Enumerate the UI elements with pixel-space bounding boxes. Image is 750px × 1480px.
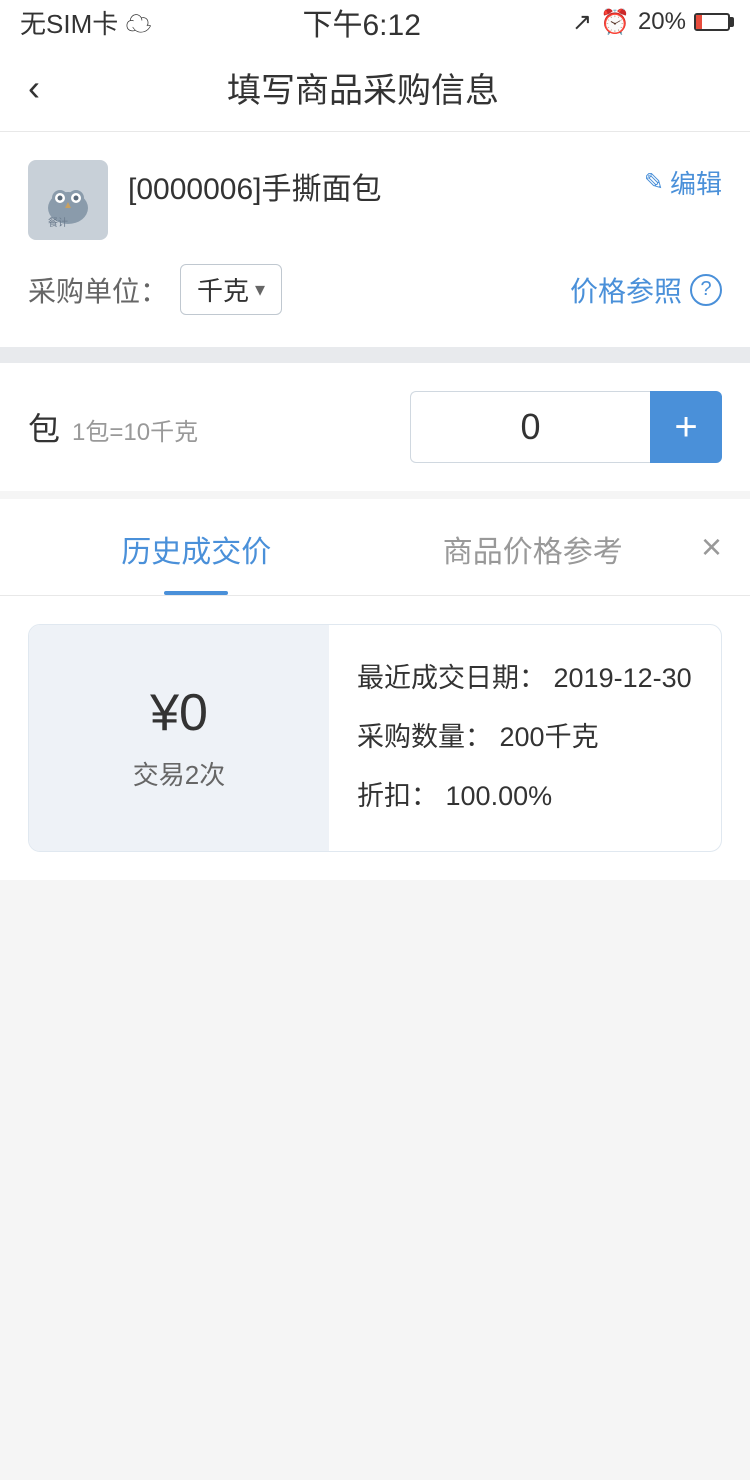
price-date-label: 最近成交日期： (357, 663, 546, 693)
product-unit-row: 采购单位： 千克 ▾ 价格参照 ? (28, 264, 722, 315)
battery-icon (694, 13, 730, 31)
nav-bar: ‹ 填写商品采购信息 (0, 44, 750, 132)
edit-label: 编辑 (670, 164, 722, 201)
tab-reference-label: 商品价格参考 (443, 536, 623, 569)
price-amount: ¥0 (150, 683, 208, 743)
product-name: [0000006]手撕面包 (128, 173, 381, 206)
quantity-plus-button[interactable]: + (650, 391, 722, 463)
price-ref-label: 价格参照 (570, 270, 682, 310)
tabs-section: 历史成交价 商品价格参考 × ¥0 交易2次 最近成交日期： 2019-12-3… (0, 499, 750, 880)
quantity-unit: 包 (28, 404, 60, 450)
price-date-row: 最近成交日期： 2019-12-30 (357, 657, 693, 700)
history-content: ¥0 交易2次 最近成交日期： 2019-12-30 采购数量： 200千克 折… (0, 596, 750, 880)
tabs-header: 历史成交价 商品价格参考 × (0, 499, 750, 596)
quantity-conversion: 1包=10千克 (72, 412, 198, 447)
unit-value: 千克 (197, 271, 249, 308)
price-discount-value: 100.00% (446, 781, 553, 811)
quantity-value: 0 (520, 406, 540, 448)
product-thumbnail: 餐计 (28, 160, 108, 240)
unit-select[interactable]: 千克 ▾ (180, 264, 282, 315)
tab-price-reference[interactable]: 商品价格参考 (364, 499, 700, 595)
price-reference-button[interactable]: 价格参照 ? (570, 270, 722, 310)
product-name-area: [0000006]手撕面包 (128, 160, 381, 208)
price-discount-row: 折扣： 100.00% (357, 775, 693, 818)
unit-label: 采购单位： (28, 270, 168, 310)
svg-text:餐计: 餐计 (48, 216, 68, 229)
location-icon: ↗ (572, 8, 592, 37)
edit-button[interactable]: ✎ 编辑 (644, 160, 722, 201)
tab-history-label: 历史成交价 (121, 536, 271, 569)
battery-percent: 20% (638, 8, 686, 36)
help-icon: ? (690, 274, 722, 306)
product-card: 餐计 [0000006]手撕面包 ✎ 编辑 采购单位： 千克 ▾ 价格参照 ? (0, 132, 750, 347)
price-record-left: ¥0 交易2次 (29, 625, 329, 851)
chevron-down-icon: ▾ (255, 277, 265, 302)
status-right: ↗ ⏰ 20% (572, 8, 730, 37)
price-discount-label: 折扣： (357, 781, 438, 811)
section-divider (0, 347, 750, 363)
price-record-card: ¥0 交易2次 最近成交日期： 2019-12-30 采购数量： 200千克 折… (28, 624, 722, 852)
price-date-value: 2019-12-30 (554, 663, 692, 693)
price-record-right: 最近成交日期： 2019-12-30 采购数量： 200千克 折扣： 100.0… (329, 625, 721, 851)
status-time: 下午6:12 (303, 0, 421, 44)
alarm-icon: ⏰ (600, 8, 630, 37)
main-content (0, 880, 750, 1480)
page-title: 填写商品采购信息 (60, 63, 666, 112)
quantity-input[interactable]: 0 (410, 391, 650, 463)
tab-history-price[interactable]: 历史成交价 (28, 499, 364, 595)
product-info: 餐计 [0000006]手撕面包 (28, 160, 381, 240)
quantity-row: 包 1包=10千克 0 + (0, 363, 750, 491)
price-trade-count: 交易2次 (133, 755, 225, 792)
edit-icon: ✎ (644, 168, 664, 197)
product-logo-icon: 餐计 (38, 170, 98, 230)
close-button[interactable]: × (701, 513, 722, 581)
quantity-input-area: 0 + (410, 391, 722, 463)
price-quantity-label: 采购数量： (357, 722, 492, 752)
product-header: 餐计 [0000006]手撕面包 ✎ 编辑 (28, 160, 722, 240)
price-quantity-value: 200千克 (500, 722, 599, 752)
status-bar: 无SIM卡 ☁ 下午6:12 ↗ ⏰ 20% (0, 0, 750, 44)
status-signal: 无SIM卡 ☁ (20, 4, 151, 41)
price-quantity-row: 采购数量： 200千克 (357, 716, 693, 759)
quantity-label: 包 1包=10千克 (28, 404, 198, 450)
back-button[interactable]: ‹ (28, 70, 40, 106)
